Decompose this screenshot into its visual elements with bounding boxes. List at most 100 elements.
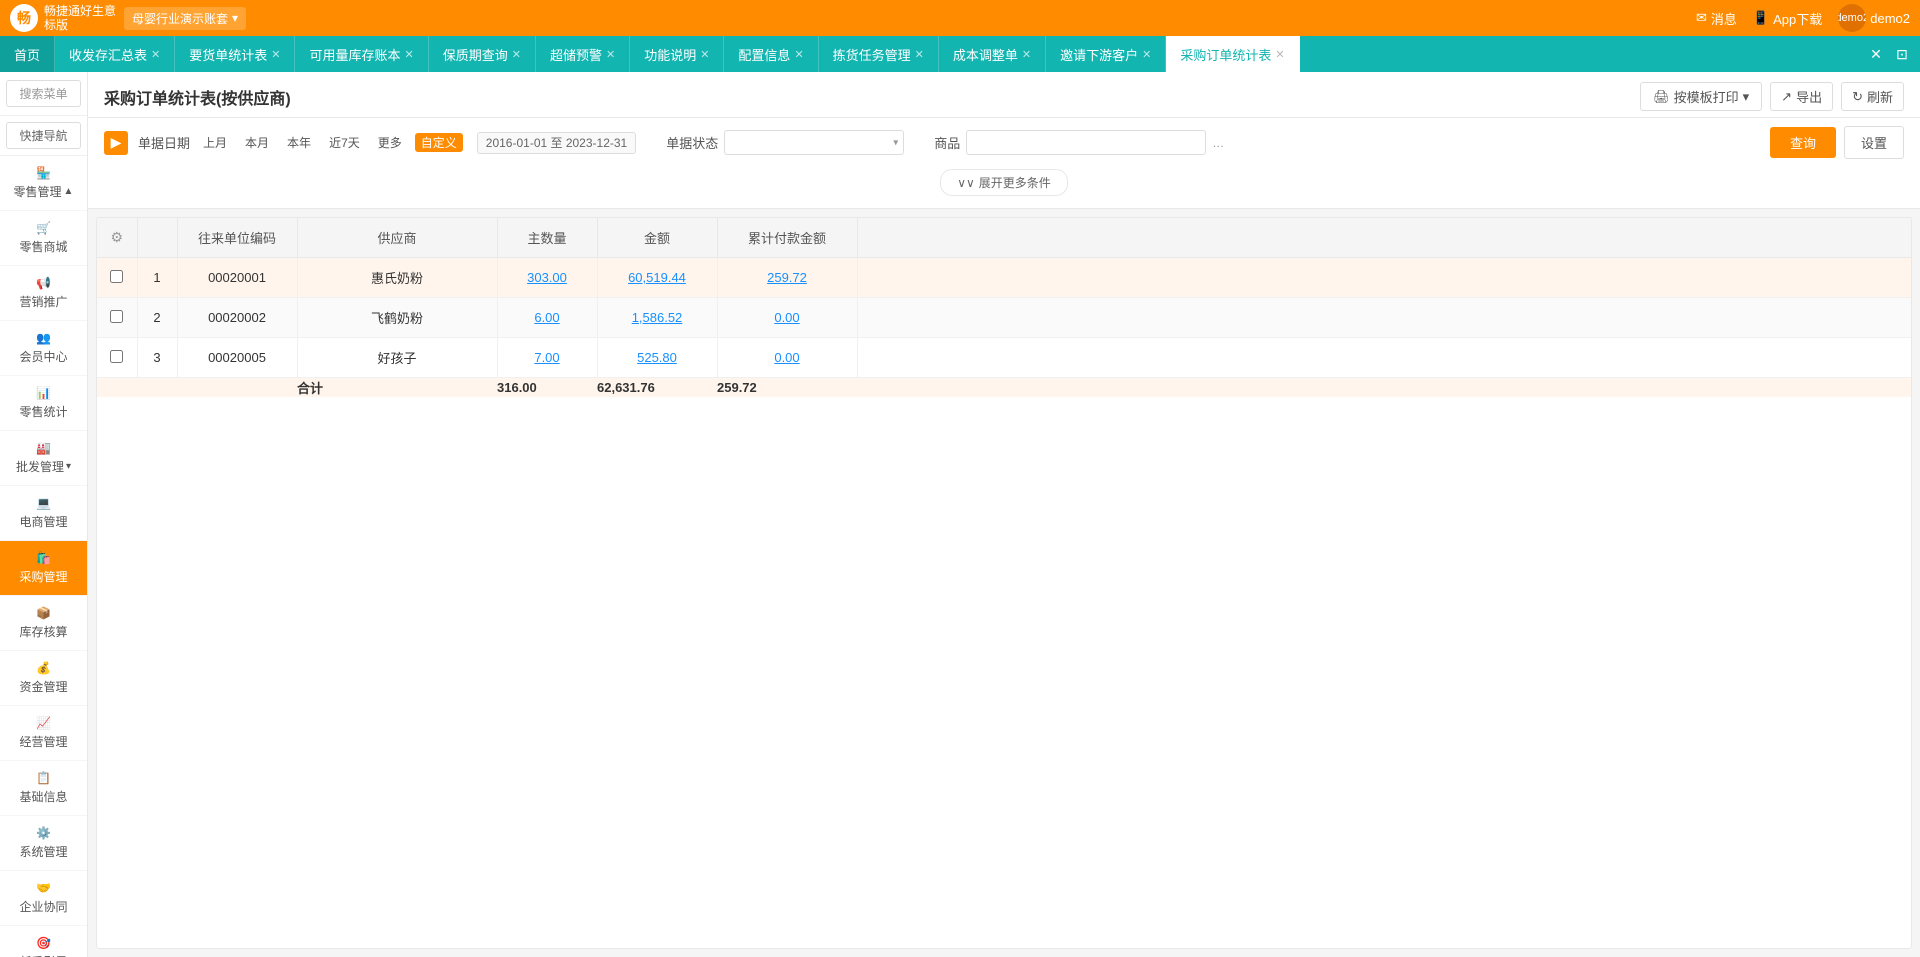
home-tab-label: 首页 <box>14 45 40 64</box>
footer-empty-code <box>177 378 297 398</box>
tab-cost-adjust[interactable]: 成本调整单 ✕ <box>939 36 1046 72</box>
tab-purchase-summary[interactable]: 采购订单统计表 ✕ <box>1166 36 1299 72</box>
amount-link[interactable]: 1,586.52 <box>632 310 683 325</box>
sidebar-item-wholesale-mgmt[interactable]: 🏭 批发管理 ▾ <box>0 431 87 486</box>
window-controls: ✕ ⊡ <box>1864 36 1920 72</box>
cell-checkbox[interactable] <box>97 258 137 298</box>
tab-expiry-query[interactable]: 保质期查询 ✕ <box>429 36 536 72</box>
window-close-button[interactable]: ✕ <box>1864 42 1888 66</box>
search-menu-button[interactable]: 搜索菜单 <box>6 80 81 107</box>
close-icon[interactable]: ✕ <box>512 48 521 61</box>
paid-link[interactable]: 0.00 <box>774 350 799 365</box>
sidebar-item-system-mgmt[interactable]: ⚙️ 系统管理 <box>0 816 87 871</box>
sidebar-item-enterprise-collab[interactable]: 🤝 企业协同 <box>0 871 87 926</box>
paid-link[interactable]: 259.72 <box>767 270 807 285</box>
date-range-value[interactable]: 2016-01-01 至 2023-12-31 <box>477 132 636 154</box>
sidebar-item-ecommerce-mgmt[interactable]: 💻 电商管理 <box>0 486 87 541</box>
th-checkbox[interactable]: ⚙ <box>97 218 137 258</box>
footer-empty-num <box>137 378 177 398</box>
user-avatar[interactable]: demo2 demo2 <box>1838 4 1910 32</box>
close-icon[interactable]: ✕ <box>1142 48 1151 61</box>
shortcut-this-year[interactable]: 本年 <box>280 131 318 154</box>
qty-link[interactable]: 303.00 <box>527 270 567 285</box>
messages-button[interactable]: ✉ 消息 <box>1696 9 1737 28</box>
settings-icon[interactable]: ⚙ <box>110 229 123 245</box>
wholesale-mgmt-icon: 🏭 <box>36 441 51 455</box>
search-button[interactable]: 查询 <box>1770 127 1836 158</box>
export-button[interactable]: ↗ 导出 <box>1770 82 1833 111</box>
basic-info-icon: 📋 <box>36 771 51 785</box>
sidebar-search: 搜索菜单 <box>0 72 87 116</box>
shortcut-more[interactable]: 更多 <box>371 131 409 154</box>
amount-link[interactable]: 60,519.44 <box>628 270 686 285</box>
page-title: 采购订单统计表(按供应商) <box>104 85 291 109</box>
row-checkbox[interactable] <box>110 350 123 363</box>
refresh-button[interactable]: ↻ 刷新 <box>1841 82 1904 111</box>
shortcut-7days[interactable]: 近7天 <box>322 131 367 154</box>
retail-mgmt-icon: 🏪 <box>36 166 51 180</box>
th-code: 往来单位编码 <box>177 218 297 258</box>
close-icon[interactable]: ✕ <box>405 48 414 61</box>
close-icon[interactable]: ✕ <box>606 48 615 61</box>
close-icon[interactable]: ✕ <box>794 48 803 61</box>
amount-link[interactable]: 525.80 <box>637 350 677 365</box>
sidebar-item-finance-mgmt[interactable]: 💰 资金管理 <box>0 651 87 706</box>
sidebar-item-inventory-check[interactable]: 📦 库存核算 <box>0 596 87 651</box>
tab-overstock-warning[interactable]: 超储预警 ✕ <box>536 36 630 72</box>
tab-receive-summary[interactable]: 收发存汇总表 ✕ <box>55 36 175 72</box>
quick-nav-button[interactable]: 快捷导航 <box>6 122 81 149</box>
qty-link[interactable]: 6.00 <box>534 310 559 325</box>
sidebar-item-marketing[interactable]: 📢 营销推广 <box>0 266 87 321</box>
workspace-selector[interactable]: 母婴行业演示账套 ▾ <box>124 7 246 30</box>
th-supplier: 供应商 <box>297 218 497 258</box>
expand-more-btn[interactable]: ∨∨ 展开更多条件 <box>940 169 1068 196</box>
page-header: 采购订单统计表(按供应商) 🖨 按模板打印 ▾ ↗ 导出 ↻ 刷新 <box>88 72 1920 118</box>
qty-link[interactable]: 7.00 <box>534 350 559 365</box>
window-maximize-button[interactable]: ⊡ <box>1890 42 1914 66</box>
tab-home[interactable]: 首页 <box>0 36 55 72</box>
close-icon[interactable]: ✕ <box>915 48 924 61</box>
close-icon[interactable]: ✕ <box>1275 48 1284 61</box>
paid-link[interactable]: 0.00 <box>774 310 799 325</box>
cell-amount: 1,586.52 <box>597 298 717 338</box>
goods-input[interactable] <box>966 130 1206 155</box>
cell-checkbox[interactable] <box>97 338 137 378</box>
sidebar-item-operation-mgmt[interactable]: 📈 经营管理 <box>0 706 87 761</box>
content-area: 采购订单统计表(按供应商) 🖨 按模板打印 ▾ ↗ 导出 ↻ 刷新 <box>88 72 1920 957</box>
cell-paid: 259.72 <box>717 258 857 298</box>
tab-available-stock[interactable]: 可用量库存账本 ✕ <box>295 36 428 72</box>
expand-down-icon: ∨∨ <box>957 176 975 190</box>
app-download-button[interactable]: 📱 App下载 <box>1753 9 1822 28</box>
sidebar-item-purchase-mgmt[interactable]: 🛍️ 采购管理 <box>0 541 87 596</box>
sidebar-item-retail-stats[interactable]: 📊 零售统计 <box>0 376 87 431</box>
tab-config-info[interactable]: 配置信息 ✕ <box>724 36 818 72</box>
sidebar-item-basic-info[interactable]: 📋 基础信息 <box>0 761 87 816</box>
settings-button[interactable]: 设置 <box>1844 126 1904 159</box>
row-checkbox[interactable] <box>110 310 123 323</box>
main-layout: 搜索菜单 快捷导航 🏪 零售管理 ▲ 🛒 零售商城 📢 营销推广 👥 会员中心 … <box>0 72 1920 957</box>
status-select[interactable] <box>724 130 904 155</box>
shortcut-last-month[interactable]: 上月 <box>196 131 234 154</box>
status-label: 单据状态 <box>666 133 718 152</box>
tab-picking-task[interactable]: 拣货任务管理 ✕ <box>819 36 939 72</box>
sidebar-item-new-guide[interactable]: 🎯 新手引导 <box>0 926 87 957</box>
close-icon[interactable]: ✕ <box>151 48 160 61</box>
sidebar-item-retail-store[interactable]: 🛒 零售商城 <box>0 211 87 266</box>
more-options-icon[interactable]: … <box>1212 136 1224 150</box>
toggle-filter-button[interactable]: ▶ <box>104 131 128 155</box>
close-icon[interactable]: ✕ <box>700 48 709 61</box>
cell-num: 2 <box>137 298 177 338</box>
top-bar-left: 畅 畅捷通好生意 标版 母婴行业演示账套 ▾ <box>10 4 246 33</box>
sidebar-item-retail-mgmt[interactable]: 🏪 零售管理 ▲ <box>0 156 87 211</box>
cell-supplier: 好孩子 <box>297 338 497 378</box>
row-checkbox[interactable] <box>110 270 123 283</box>
close-icon[interactable]: ✕ <box>1022 48 1031 61</box>
tab-invite-downstream[interactable]: 邀请下游客户 ✕ <box>1046 36 1166 72</box>
tab-function-desc[interactable]: 功能说明 ✕ <box>630 36 724 72</box>
close-icon[interactable]: ✕ <box>271 48 280 61</box>
shortcut-this-month[interactable]: 本月 <box>238 131 276 154</box>
tab-order-summary[interactable]: 要货单统计表 ✕ <box>175 36 295 72</box>
cell-checkbox[interactable] <box>97 298 137 338</box>
print-button[interactable]: 🖨 按模板打印 ▾ <box>1640 82 1762 111</box>
sidebar-item-member-center[interactable]: 👥 会员中心 <box>0 321 87 376</box>
